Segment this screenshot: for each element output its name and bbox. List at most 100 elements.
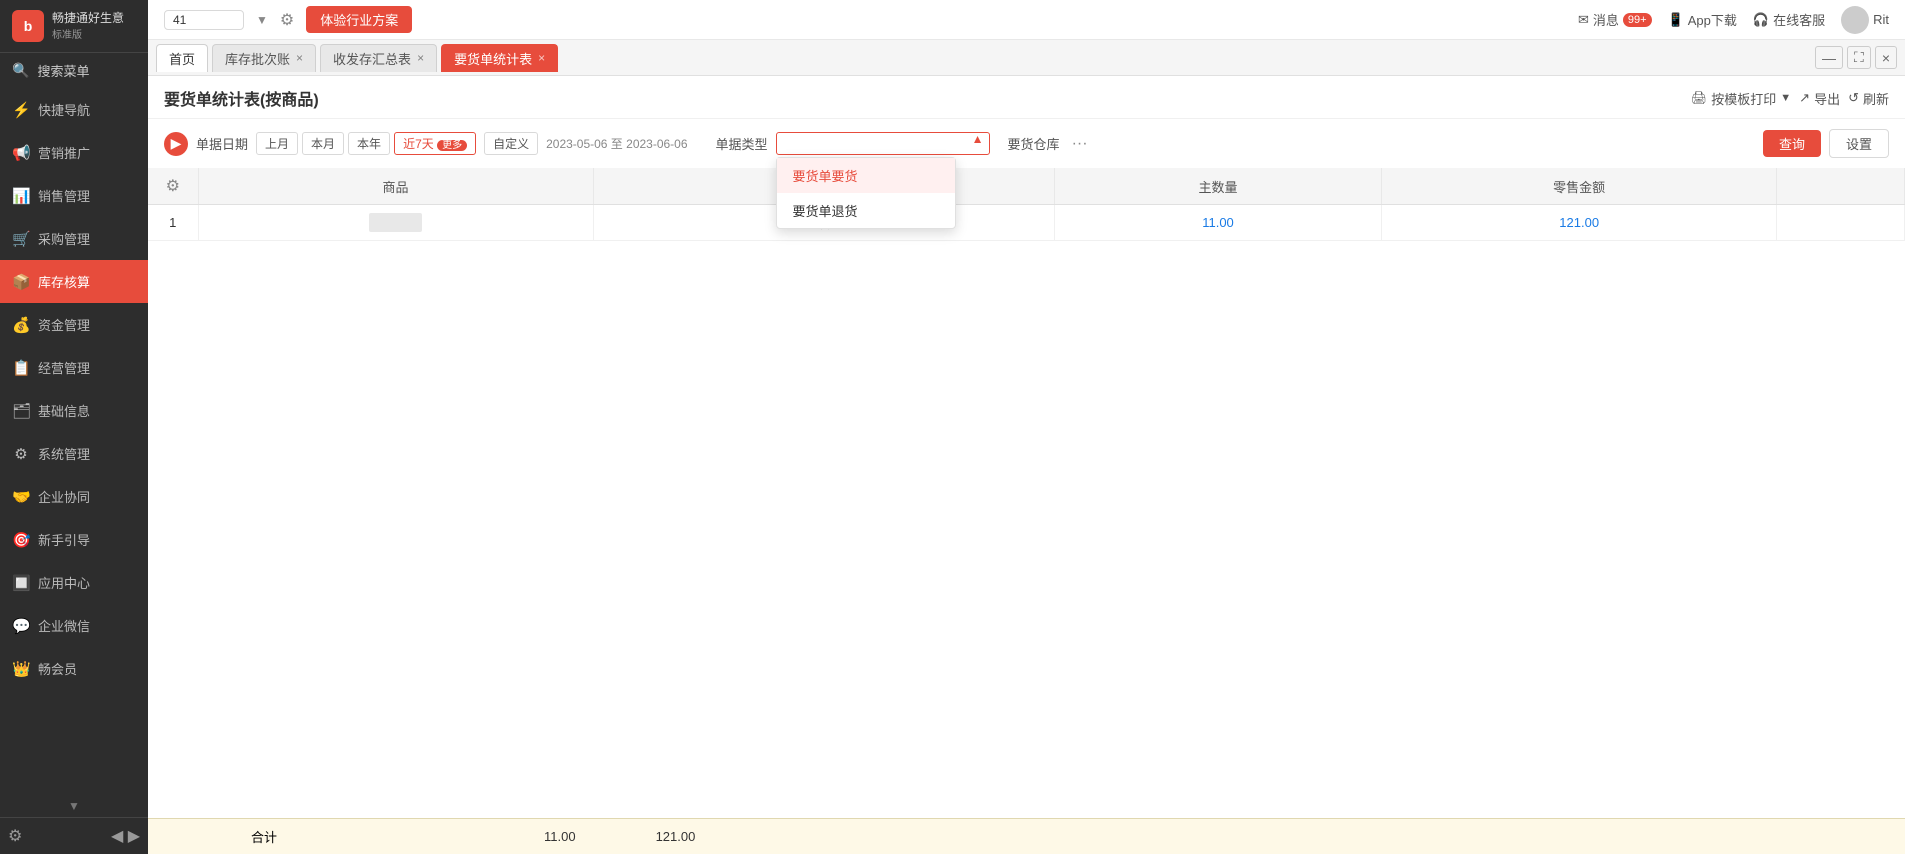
date-btn-current[interactable]: 本月 <box>302 132 344 155</box>
nav-label-member: 畅会员 <box>38 659 77 678</box>
sidebar-item-wechat[interactable]: 💬 企业微信 <box>0 604 148 647</box>
sidebar-item-member[interactable]: 👑 畅会员 <box>0 647 148 690</box>
chevron-down-icon: ▼ <box>68 799 80 813</box>
dropdown-item-requisition-return[interactable]: 要货单退货 <box>777 193 955 228</box>
tab-minimize-btn[interactable]: — <box>1815 46 1843 69</box>
type-filter-input[interactable] <box>776 132 990 155</box>
marketing-icon: 📢 <box>12 144 30 162</box>
data-table: ⚙ 商品 主计量单位 主数量 零售金额 1 <box>148 168 1905 241</box>
tab-fullscreen-btn[interactable]: ⛶ <box>1847 46 1871 69</box>
sidebar-item-operation[interactable]: 📋 经营管理 <box>0 346 148 389</box>
tabbar: 首页 库存批次账 × 收发存汇总表 × 要货单统计表 × — ⛶ × <box>148 40 1905 76</box>
sales-icon: 📊 <box>12 187 30 205</box>
col-quantity: 主数量 <box>1054 168 1382 205</box>
sidebar-item-inventory[interactable]: 📦 库存核算 <box>0 260 148 303</box>
refresh-icon: ↺ <box>1848 90 1859 106</box>
nav-label-enterprise: 企业协同 <box>38 487 90 506</box>
sidebar-item-system[interactable]: ⚙ 系统管理 <box>0 432 148 475</box>
cell-product <box>198 205 593 241</box>
sidebar-item-sales[interactable]: 📊 销售管理 <box>0 174 148 217</box>
user-avatar <box>1841 6 1869 34</box>
cell-extra <box>1776 205 1904 241</box>
tab-order-stats-label: 要货单统计表 <box>454 49 532 68</box>
col-amount: 零售金额 <box>1382 168 1776 205</box>
amount-link[interactable]: 121.00 <box>1559 215 1599 230</box>
date-btn-recent7[interactable]: 近7天 更多 <box>394 132 476 155</box>
app-download-label: App下载 <box>1688 10 1737 29</box>
app-download-btn[interactable]: 📱 App下载 <box>1668 10 1737 29</box>
collapse-icon[interactable]: ◀ ▶ <box>111 826 140 846</box>
tab-expand-area: — ⛶ × <box>1815 46 1897 69</box>
date-btn-previous[interactable]: 上月 <box>256 132 298 155</box>
settings-icon-topbar[interactable]: ⚙ <box>280 10 294 30</box>
sidebar-item-enterprise[interactable]: 🤝 企业协同 <box>0 475 148 518</box>
table-footer: 合计 11.00 121.00 <box>148 818 1905 854</box>
column-settings-icon[interactable]: ⚙ <box>166 178 180 195</box>
more-badge: 更多 <box>437 140 467 151</box>
settings-btn[interactable]: 设置 <box>1829 129 1889 158</box>
trial-industry-btn[interactable]: 体验行业方案 <box>306 6 412 33</box>
date-btn-custom[interactable]: 自定义 <box>484 132 538 155</box>
settings-bottom-icon[interactable]: ⚙ <box>8 826 22 846</box>
sidebar-item-basic[interactable]: 🗂 基础信息 <box>0 389 148 432</box>
cell-seq: 1 <box>148 205 198 241</box>
tab-collect-send[interactable]: 收发存汇总表 × <box>320 44 437 72</box>
breadcrumb-input[interactable] <box>164 10 244 30</box>
date-filter-label: 单据日期 <box>196 134 248 153</box>
nav-label-purchase: 采购管理 <box>38 229 90 248</box>
inventory-icon: 📦 <box>12 273 30 291</box>
sidebar-item-marketing[interactable]: 📢 营销推广 <box>0 131 148 174</box>
sidebar-item-finance[interactable]: 💰 资金管理 <box>0 303 148 346</box>
filter-expand-btn[interactable]: ▶ <box>164 132 188 156</box>
tab-inventory-batch-close[interactable]: × <box>296 51 303 65</box>
search-icon: 🔍 <box>12 62 29 79</box>
product-name-tag <box>369 213 421 232</box>
logo-version: 标准版 <box>52 26 124 41</box>
date-range-display: 2023-05-06 至 2023-06-06 <box>546 135 687 152</box>
messages-btn[interactable]: ✉ 消息 99+ <box>1578 10 1652 29</box>
nav-label-apps: 应用中心 <box>38 573 90 592</box>
warehouse-filter-label: 要货仓库 <box>1008 134 1060 153</box>
dropdown-item-requisition-order[interactable]: 要货单要货 <box>777 158 955 193</box>
topbar-left: ▼ ⚙ 体验行业方案 <box>164 6 412 33</box>
type-dropdown-menu: 要货单要货 要货单退货 <box>776 157 956 229</box>
tab-order-stats[interactable]: 要货单统计表 × <box>441 44 558 72</box>
sidebar: b 畅捷通好生意 标准版 🔍 搜索菜单 ⚡ 快捷导航 📢 营销推广 📊 销售管理… <box>0 0 148 854</box>
tab-order-stats-close[interactable]: × <box>538 51 545 65</box>
tab-inventory-batch-label: 库存批次账 <box>225 49 290 68</box>
messages-badge: 99+ <box>1623 13 1652 27</box>
page-title: 要货单统计表(按商品) <box>164 86 319 110</box>
quantity-link[interactable]: 11.00 <box>1202 215 1234 230</box>
tab-home[interactable]: 首页 <box>156 44 208 72</box>
finance-icon: 💰 <box>12 316 30 334</box>
sidebar-item-apps[interactable]: 🔲 应用中心 <box>0 561 148 604</box>
sidebar-item-quick-nav[interactable]: ⚡ 快捷导航 <box>0 88 148 131</box>
footer-quantity: 11.00 <box>544 829 576 844</box>
sidebar-scroll-down[interactable]: ▼ <box>0 795 148 817</box>
logo-text: 畅捷通好生意 <box>52 11 124 27</box>
user-avatar-area[interactable]: Rit <box>1841 6 1889 34</box>
nav-label-wechat: 企业微信 <box>38 616 90 635</box>
type-filter-arrow[interactable]: ▲ <box>972 132 984 146</box>
filter-more-btn[interactable]: ··· <box>1072 135 1088 153</box>
guide-icon: 🎯 <box>12 531 30 549</box>
refresh-btn[interactable]: ↺ 刷新 <box>1848 89 1889 108</box>
footer-label: 合计 <box>164 827 364 846</box>
nav-label-finance: 资金管理 <box>38 315 90 334</box>
page-content: 要货单统计表(按商品) 🖨 按模板打印 ▼ ↗ 导出 ↺ 刷新 <box>148 76 1905 854</box>
print-btn[interactable]: 🖨 按模板打印 ▼ <box>1691 89 1791 108</box>
support-btn[interactable]: 🎧 在线客服 <box>1753 10 1825 29</box>
query-btn[interactable]: 查询 <box>1763 130 1821 157</box>
tab-close-btn[interactable]: × <box>1875 46 1897 69</box>
tab-home-label: 首页 <box>169 49 195 68</box>
cell-quantity: 11.00 <box>1054 205 1382 241</box>
tab-inventory-batch[interactable]: 库存批次账 × <box>212 44 316 72</box>
date-btn-year[interactable]: 本年 <box>348 132 390 155</box>
export-btn[interactable]: ↗ 导出 <box>1799 89 1840 108</box>
sidebar-search-label: 搜索菜单 <box>37 61 89 80</box>
nav-label-inventory: 库存核算 <box>38 272 90 291</box>
sidebar-item-purchase[interactable]: 🛒 采购管理 <box>0 217 148 260</box>
sidebar-item-guide[interactable]: 🎯 新手引导 <box>0 518 148 561</box>
tab-collect-send-close[interactable]: × <box>417 51 424 65</box>
sidebar-search[interactable]: 🔍 搜索菜单 <box>0 53 148 88</box>
